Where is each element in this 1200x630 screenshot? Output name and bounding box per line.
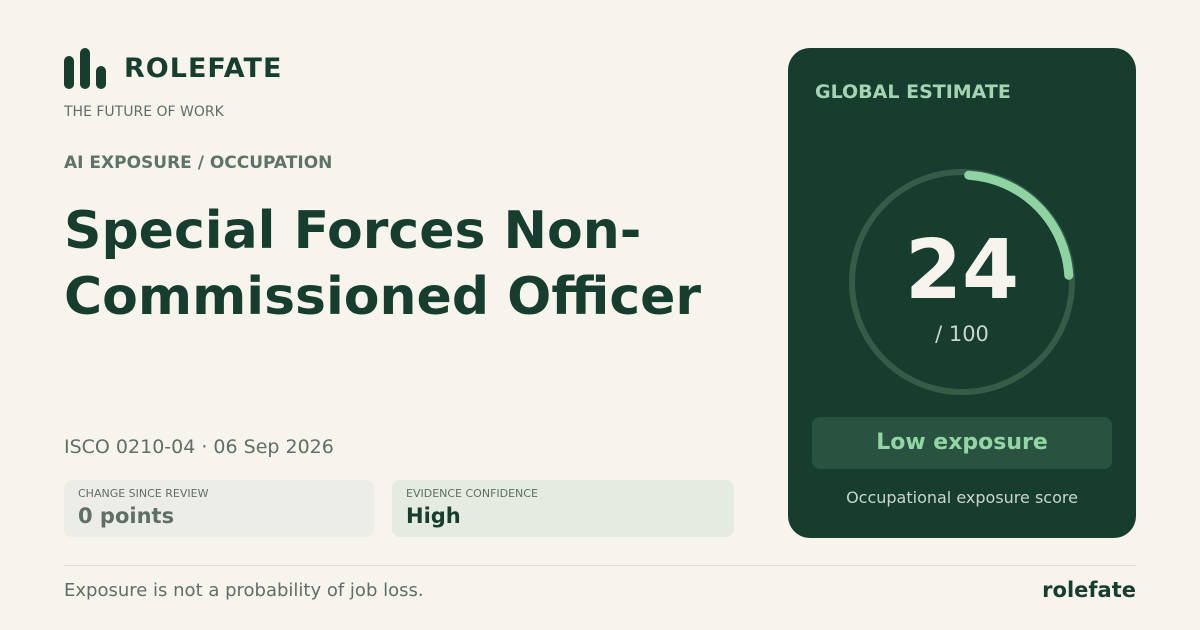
card-caption: Occupational exposure score <box>846 488 1078 507</box>
exposure-level-badge: Low exposure <box>812 417 1112 469</box>
occupation-title: Special Forces Non-Commissioned Officer <box>64 201 702 327</box>
footer-disclaimer: Exposure is not a probability of job los… <box>64 580 424 601</box>
change-since-review-stat: CHANGE SINCE REVIEW 0 points <box>64 480 374 537</box>
occupation-meta: ISCO 0210-04 · 06 Sep 2026 <box>64 436 334 458</box>
stat-value: High <box>406 504 461 528</box>
brand: ROLEFATE <box>64 48 282 89</box>
score-value: 24 <box>904 223 1020 318</box>
footer-divider <box>64 565 1136 566</box>
footer-brand: rolefate <box>1042 578 1136 602</box>
score-card: GLOBAL ESTIMATE 24 / 100 Low exposure Oc… <box>788 48 1136 538</box>
bar-chart-icon <box>64 48 106 89</box>
stat-label: CHANGE SINCE REVIEW <box>78 487 209 500</box>
card-label: GLOBAL ESTIMATE <box>815 81 1011 103</box>
section-eyebrow: AI EXPOSURE / OCCUPATION <box>64 153 333 173</box>
score-max: / 100 <box>935 322 989 346</box>
brand-tagline: THE FUTURE OF WORK <box>64 104 224 120</box>
evidence-confidence-stat: EVIDENCE CONFIDENCE High <box>392 480 734 537</box>
stat-value: 0 points <box>78 504 175 528</box>
stat-label: EVIDENCE CONFIDENCE <box>406 487 538 500</box>
brand-name: ROLEFATE <box>124 53 283 84</box>
